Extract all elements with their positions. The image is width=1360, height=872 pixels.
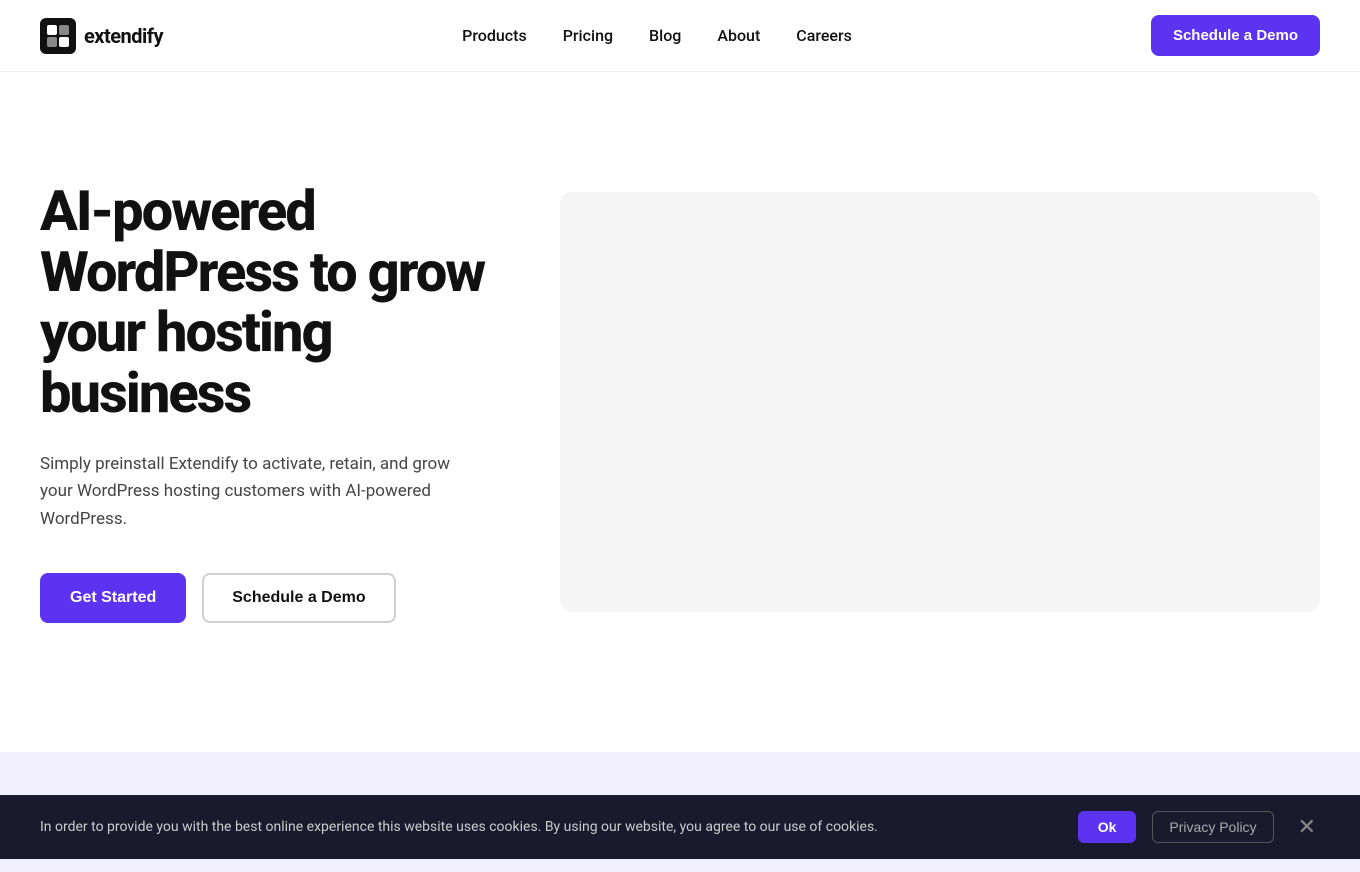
- nav-item-blog[interactable]: Blog: [649, 26, 681, 45]
- hero-headline: AI-powered WordPress to grow your hostin…: [40, 181, 520, 423]
- cookie-text: In order to provide you with the best on…: [40, 819, 1058, 835]
- nav-item-careers[interactable]: Careers: [796, 26, 852, 45]
- nav-schedule-demo-button[interactable]: Schedule a Demo: [1151, 15, 1320, 56]
- hero-subheadline: Simply preinstall Extendify to activate,…: [40, 451, 460, 533]
- hero-section: AI-powered WordPress to grow your hostin…: [0, 72, 1360, 752]
- brand-name: extendify: [84, 24, 163, 48]
- cookie-privacy-button[interactable]: Privacy Policy: [1152, 811, 1273, 843]
- nav-item-products[interactable]: Products: [462, 26, 527, 45]
- extendify-logo-icon: [40, 18, 76, 54]
- nav-item-about[interactable]: About: [717, 26, 760, 45]
- nav-item-pricing[interactable]: Pricing: [563, 26, 613, 45]
- cookie-ok-button[interactable]: Ok: [1078, 811, 1137, 843]
- cookie-actions: Ok Privacy Policy: [1078, 811, 1274, 843]
- nav-menu: Products Pricing Blog About Careers: [462, 26, 852, 45]
- hero-cta-group: Get Started Schedule a Demo: [40, 573, 520, 623]
- hero-text: AI-powered WordPress to grow your hostin…: [40, 181, 520, 622]
- cookie-close-button[interactable]: ✕: [1294, 816, 1320, 838]
- get-started-button[interactable]: Get Started: [40, 573, 186, 623]
- hero-image: Hostlogo What are your goals? We'll make…: [560, 192, 1320, 612]
- schedule-demo-button[interactable]: Schedule a Demo: [202, 573, 395, 623]
- cookie-banner: In order to provide you with the best on…: [0, 795, 1360, 859]
- logo[interactable]: extendify: [40, 18, 163, 54]
- navbar: extendify Products Pricing Blog About Ca…: [0, 0, 1360, 72]
